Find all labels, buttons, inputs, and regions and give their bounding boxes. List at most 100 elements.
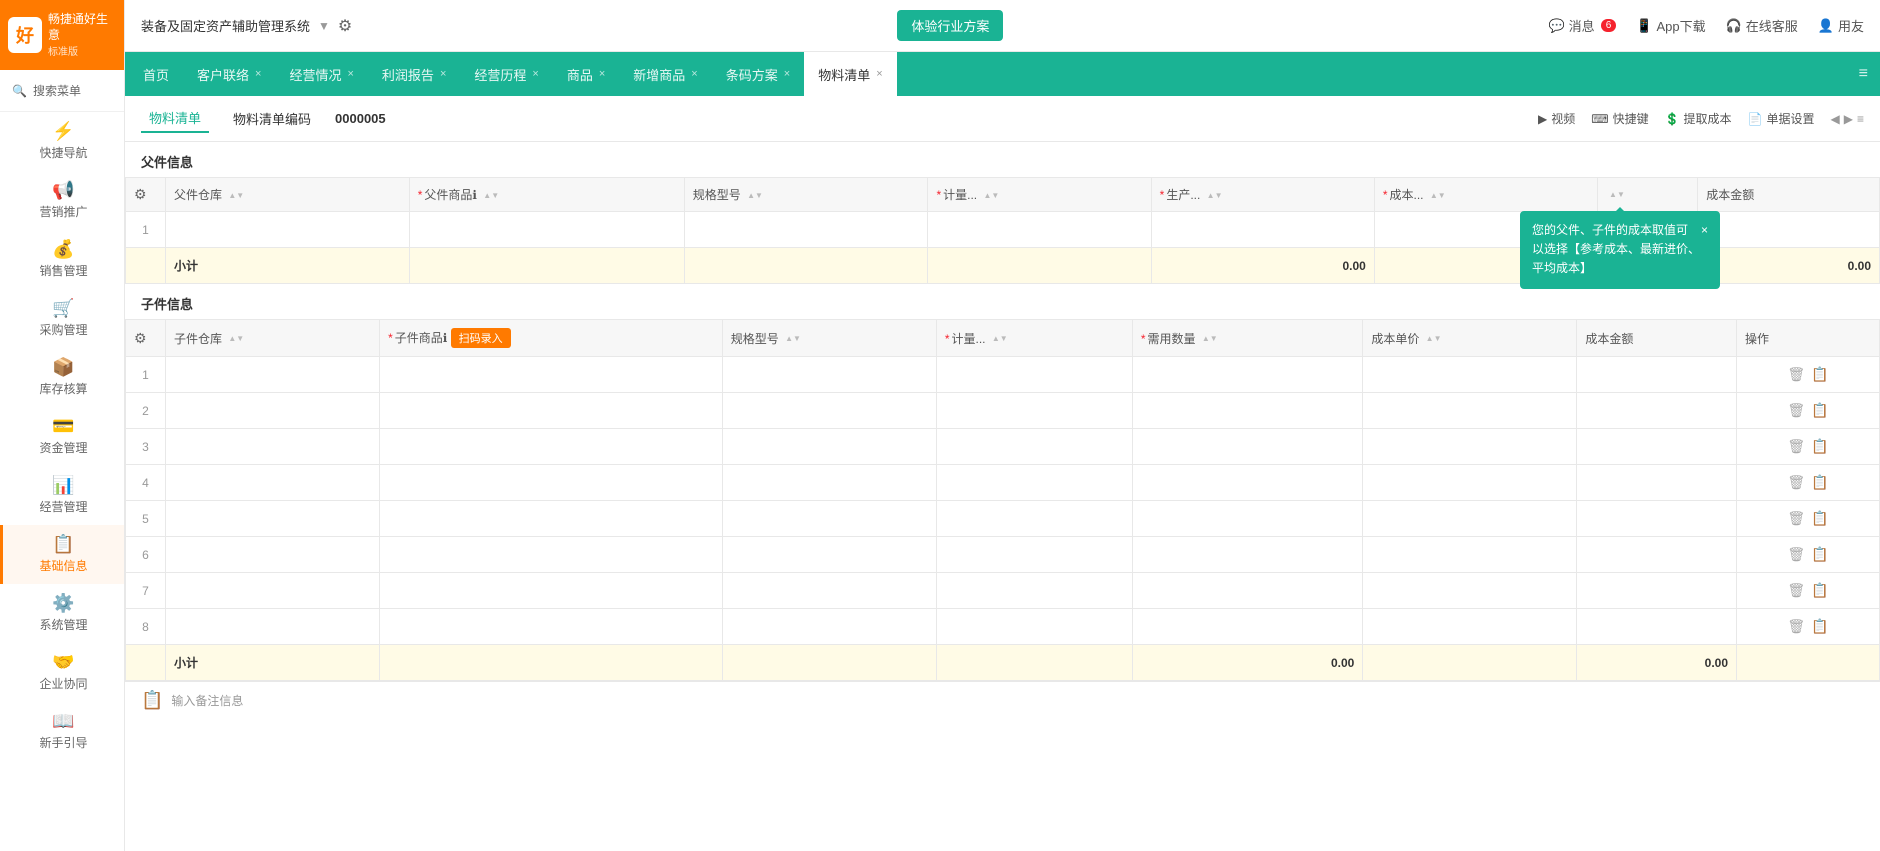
child-unit-cell-3[interactable] [936, 465, 1132, 501]
child-unit-cost-cell-1[interactable] [1363, 393, 1577, 429]
copy-icon[interactable]: 📋 [1811, 546, 1828, 563]
child-product-cell-1[interactable] [380, 393, 723, 429]
child-spec-cell-7[interactable] [722, 609, 936, 645]
child-quantity-cell-7[interactable] [1132, 609, 1362, 645]
menu-icon[interactable]: ≡ [1857, 112, 1864, 126]
child-quantity-cell-2[interactable] [1132, 429, 1362, 465]
sidebar-item-inventory[interactable]: 📦 库存核算 [0, 348, 124, 407]
child-unit-cost-cell-5[interactable] [1363, 537, 1577, 573]
child-warehouse-cell-0[interactable] [166, 357, 380, 393]
tab-customer[interactable]: 客户联络 × [183, 52, 275, 96]
delete-icon[interactable]: 🗑 [1787, 438, 1805, 455]
tab-new-product-close[interactable]: × [691, 68, 697, 80]
extract-cost-action[interactable]: 💲 提取成本 [1665, 110, 1732, 127]
child-unit-cell-1[interactable] [936, 393, 1132, 429]
child-product-cell-6[interactable] [380, 573, 723, 609]
delete-icon[interactable]: 🗑 [1787, 582, 1805, 599]
child-product-cell-4[interactable] [380, 501, 723, 537]
tab-product[interactable]: 商品 × [553, 52, 619, 96]
child-warehouse-cell-1[interactable] [166, 393, 380, 429]
delete-icon[interactable]: 🗑 [1787, 474, 1805, 491]
sidebar-item-basic-info[interactable]: 📋 基础信息 [0, 525, 124, 584]
parent-warehouse-cell[interactable] [166, 212, 410, 248]
sidebar-item-operation[interactable]: 📊 经营管理 [0, 466, 124, 525]
copy-icon[interactable]: 📋 [1811, 402, 1828, 419]
settings-icon[interactable]: ⚙ [338, 16, 352, 36]
child-spec-cell-5[interactable] [722, 537, 936, 573]
sidebar-item-system[interactable]: ⚙️ 系统管理 [0, 584, 124, 643]
child-quantity-cell-6[interactable] [1132, 573, 1362, 609]
sidebar-item-sales[interactable]: 💰 销售管理 [0, 230, 124, 289]
app-download-button[interactable]: 📱 App下载 [1636, 16, 1705, 35]
delete-icon[interactable]: 🗑 [1787, 366, 1805, 383]
sidebar-item-guide[interactable]: 📖 新手引导 [0, 702, 124, 761]
child-product-cell-0[interactable] [380, 357, 723, 393]
sidebar-item-purchase[interactable]: 🛒 采购管理 [0, 289, 124, 348]
online-service-button[interactable]: 🎧 在线客服 [1726, 16, 1798, 35]
child-unit-cost-cell-4[interactable] [1363, 501, 1577, 537]
tab-customer-close[interactable]: × [255, 68, 261, 80]
child-warehouse-cell-4[interactable] [166, 501, 380, 537]
parent-unit-cell[interactable] [928, 212, 1151, 248]
copy-icon[interactable]: 📋 [1811, 366, 1828, 383]
copy-icon[interactable]: 📋 [1811, 474, 1828, 491]
view-action[interactable]: ▶ 视频 [1538, 110, 1575, 127]
sidebar-item-enterprise[interactable]: 🤝 企业协同 [0, 643, 124, 702]
sidebar-item-quick-nav[interactable]: ⚡ 快捷导航 [0, 112, 124, 171]
child-warehouse-cell-5[interactable] [166, 537, 380, 573]
sidebar-item-marketing[interactable]: 📢 营销推广 [0, 171, 124, 230]
tab-barcode[interactable]: 条码方案 × [712, 52, 804, 96]
child-product-cell-5[interactable] [380, 537, 723, 573]
user-avatar[interactable]: 👤 用友 [1818, 16, 1864, 35]
tab-home[interactable]: 首页 [129, 52, 183, 96]
child-spec-cell-6[interactable] [722, 573, 936, 609]
child-unit-cost-cell-3[interactable] [1363, 465, 1577, 501]
try-plan-button[interactable]: 体验行业方案 [897, 10, 1003, 41]
tab-operation-close[interactable]: × [347, 68, 353, 80]
child-quantity-cell-5[interactable] [1132, 537, 1362, 573]
child-spec-cell-4[interactable] [722, 501, 936, 537]
tab-history-close[interactable]: × [532, 68, 538, 80]
sub-tab-bom-list[interactable]: 物料清单 [141, 104, 209, 133]
next-arrow-icon[interactable]: ▶ [1844, 112, 1853, 126]
tab-more-button[interactable]: ≡ [1851, 65, 1876, 83]
child-unit-cell-6[interactable] [936, 573, 1132, 609]
child-quantity-cell-3[interactable] [1132, 465, 1362, 501]
tab-operation-status[interactable]: 经营情况 × [275, 52, 367, 96]
message-button[interactable]: 💬 消息 6 [1548, 16, 1616, 35]
tab-product-close[interactable]: × [599, 68, 605, 80]
child-spec-cell-1[interactable] [722, 393, 936, 429]
child-unit-cell-7[interactable] [936, 609, 1132, 645]
sidebar-item-finance[interactable]: 💳 资金管理 [0, 407, 124, 466]
child-warehouse-cell-3[interactable] [166, 465, 380, 501]
tooltip-close-button[interactable]: × [1701, 221, 1708, 240]
parent-product-cell[interactable] [409, 212, 684, 248]
child-settings-icon[interactable]: ⚙ [134, 330, 147, 346]
child-quantity-cell-4[interactable] [1132, 501, 1362, 537]
scan-input-button[interactable]: 扫码录入 [451, 328, 511, 348]
child-product-cell-2[interactable] [380, 429, 723, 465]
single-setting-action[interactable]: 📄 单据设置 [1748, 110, 1815, 127]
delete-icon[interactable]: 🗑 [1787, 546, 1805, 563]
child-unit-cost-cell-7[interactable] [1363, 609, 1577, 645]
copy-icon[interactable]: 📋 [1811, 582, 1828, 599]
child-product-cell-7[interactable] [380, 609, 723, 645]
child-spec-cell-2[interactable] [722, 429, 936, 465]
tab-profit-close[interactable]: × [440, 68, 446, 80]
child-warehouse-cell-2[interactable] [166, 429, 380, 465]
child-spec-cell-3[interactable] [722, 465, 936, 501]
sub-tab-bom-code[interactable]: 物料清单编码 [225, 105, 319, 132]
child-unit-cell-4[interactable] [936, 501, 1132, 537]
child-unit-cost-cell-6[interactable] [1363, 573, 1577, 609]
child-unit-cost-cell-2[interactable] [1363, 429, 1577, 465]
child-quantity-cell-0[interactable] [1132, 357, 1362, 393]
child-quantity-cell-1[interactable] [1132, 393, 1362, 429]
tab-profit[interactable]: 利润报告 × [368, 52, 460, 96]
parent-production-cell[interactable] [1151, 212, 1374, 248]
copy-icon[interactable]: 📋 [1811, 510, 1828, 527]
child-unit-cell-0[interactable] [936, 357, 1132, 393]
tab-barcode-close[interactable]: × [784, 68, 790, 80]
tab-bom[interactable]: 物料清单 × [804, 52, 896, 96]
delete-icon[interactable]: 🗑 [1787, 402, 1805, 419]
delete-icon[interactable]: 🗑 [1787, 510, 1805, 527]
